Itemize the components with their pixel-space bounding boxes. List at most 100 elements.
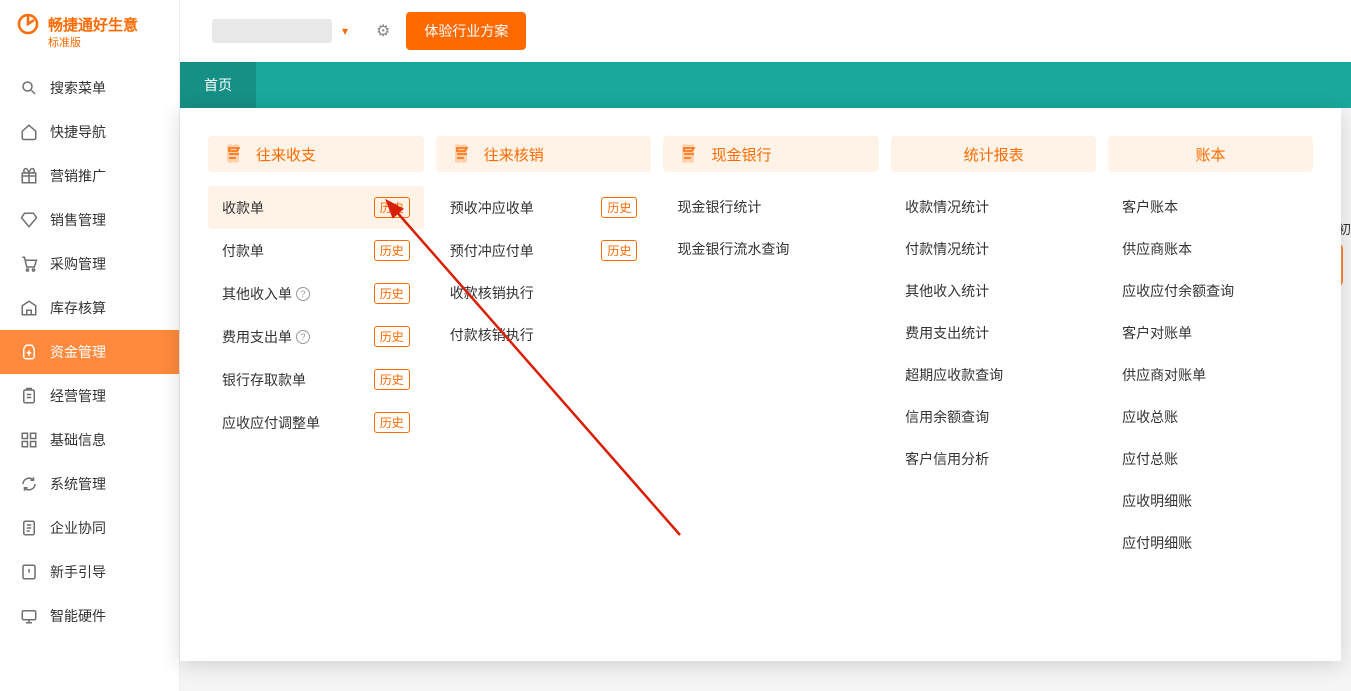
flyout-item[interactable]: 现金银行统计 — [663, 186, 879, 228]
history-tag[interactable]: 历史 — [374, 240, 410, 261]
flyout-item[interactable]: 信用余额查询 — [891, 396, 1096, 438]
flyout-item-label: 供应商对账单 — [1122, 365, 1206, 385]
flyout-item[interactable]: 应收明细账 — [1108, 480, 1313, 522]
flyout-column-header: 往来收支 — [208, 136, 424, 172]
flyout-item-label: 应收应付调整单 — [222, 413, 320, 433]
flyout-item-label: 客户对账单 — [1122, 323, 1192, 343]
flyout-item[interactable]: 付款单历史 — [208, 229, 424, 272]
history-tag[interactable]: 历史 — [374, 369, 410, 390]
grid-icon — [20, 431, 38, 449]
receipt-icon — [222, 142, 246, 166]
sidebar-item-8[interactable]: 基础信息 — [0, 418, 179, 462]
flyout-column-title: 现金银行 — [711, 144, 771, 165]
history-tag[interactable]: 历史 — [601, 240, 637, 261]
sidebar-item-6[interactable]: 资金管理 — [0, 330, 179, 374]
org-selector[interactable]: ▾ — [200, 15, 360, 47]
flyout-item[interactable]: 应收应付调整单 历史 — [208, 401, 424, 444]
flyout-item[interactable]: 应付总账 — [1108, 438, 1313, 480]
chevron-down-icon: ▾ — [342, 24, 348, 38]
flyout-item[interactable]: 供应商对账单 — [1108, 354, 1313, 396]
sidebar-item-5[interactable]: 库存核算 — [0, 286, 179, 330]
sidebar-item-label: 搜索菜单 — [50, 78, 106, 98]
flyout-item-label: 费用支出统计 — [905, 323, 989, 343]
flyout-item[interactable]: 客户账本 — [1108, 186, 1313, 228]
flyout-item-label: 供应商账本 — [1122, 239, 1192, 259]
flyout-item-label: 付款核销执行 — [450, 325, 534, 345]
history-tag[interactable]: 历史 — [374, 326, 410, 347]
topbar: ▾ ⚙ 体验行业方案 — [180, 0, 1351, 62]
sidebar-item-7[interactable]: 经营管理 — [0, 374, 179, 418]
sidebar-item-4[interactable]: 采购管理 — [0, 242, 179, 286]
history-tag[interactable]: 历史 — [374, 197, 410, 218]
sidebar-item-label: 快捷导航 — [50, 122, 106, 142]
flyout-item[interactable]: 付款核销执行 — [436, 314, 652, 356]
guide-icon — [20, 563, 38, 581]
sidebar-item-label: 智能硬件 — [50, 606, 106, 626]
flyout-item-label: 应收总账 — [1122, 407, 1178, 427]
sidebar-item-1[interactable]: 快捷导航 — [0, 110, 179, 154]
flyout-item[interactable]: 其他收入统计 — [891, 270, 1096, 312]
flyout-item[interactable]: 客户对账单 — [1108, 312, 1313, 354]
flyout-column-header: 往来核销 — [436, 136, 652, 172]
help-icon[interactable]: ? — [296, 287, 310, 301]
flyout-item[interactable]: 收款核销执行 — [436, 272, 652, 314]
industry-plan-button[interactable]: 体验行业方案 — [406, 12, 526, 50]
flyout-item[interactable]: 收款单历史 — [208, 186, 424, 229]
sidebar-item-10[interactable]: 企业协同 — [0, 506, 179, 550]
history-tag[interactable]: 历史 — [374, 412, 410, 433]
sidebar-item-9[interactable]: 系统管理 — [0, 462, 179, 506]
brand-logo-icon — [16, 12, 40, 36]
flyout-item[interactable]: 预收冲应收单历史 — [436, 186, 652, 229]
nav-list: 搜索菜单快捷导航营销推广销售管理采购管理库存核算资金管理经营管理基础信息系统管理… — [0, 58, 179, 691]
refresh-icon — [20, 475, 38, 493]
flyout-item-label: 应付总账 — [1122, 449, 1178, 469]
flyout-item[interactable]: 供应商账本 — [1108, 228, 1313, 270]
tv-icon — [20, 607, 38, 625]
gear-icon[interactable]: ⚙ — [372, 17, 394, 45]
sidebar-item-11[interactable]: 新手引导 — [0, 550, 179, 594]
flyout-item[interactable]: 现金银行流水查询 — [663, 228, 879, 270]
doc-icon — [20, 519, 38, 537]
flyout-item-label: 应收明细账 — [1122, 491, 1192, 511]
tab-home[interactable]: 首页 — [180, 62, 256, 108]
sidebar-item-3[interactable]: 销售管理 — [0, 198, 179, 242]
flyout-item[interactable]: 收款情况统计 — [891, 186, 1096, 228]
brand-name: 畅捷通好生意 — [48, 14, 138, 35]
sidebar-item-label: 基础信息 — [50, 430, 106, 450]
flyout-item-label: 银行存取款单 — [222, 370, 306, 390]
flyout-item[interactable]: 预付冲应付单历史 — [436, 229, 652, 272]
flyout-item[interactable]: 超期应收款查询 — [891, 354, 1096, 396]
sidebar-item-0[interactable]: 搜索菜单 — [0, 66, 179, 110]
flyout-item-label: 客户账本 — [1122, 197, 1178, 217]
money-icon — [20, 343, 38, 361]
history-tag[interactable]: 历史 — [374, 283, 410, 304]
sidebar-item-label: 采购管理 — [50, 254, 106, 274]
flyout-column-header: 账本 — [1108, 136, 1313, 172]
flyout-column-1: 往来核销预收冲应收单历史预付冲应付单历史收款核销执行付款核销执行 — [436, 136, 652, 641]
flyout-item[interactable]: 银行存取款单 历史 — [208, 358, 424, 401]
gift-icon — [20, 167, 38, 185]
help-icon[interactable]: ? — [296, 330, 310, 344]
flyout-item[interactable]: 付款情况统计 — [891, 228, 1096, 270]
flyout-item-label: 付款情况统计 — [905, 239, 989, 259]
flyout-item[interactable]: 应收应付余额查询 — [1108, 270, 1313, 312]
flyout-item[interactable]: 费用支出统计 — [891, 312, 1096, 354]
sidebar-item-label: 资金管理 — [50, 342, 106, 362]
search-icon — [20, 79, 38, 97]
flyout-item[interactable]: 客户信用分析 — [891, 438, 1096, 480]
brand-edition: 标准版 — [48, 34, 163, 50]
sidebar-item-label: 库存核算 — [50, 298, 106, 318]
tabbar: 首页 — [180, 62, 1351, 108]
flyout-item[interactable]: 费用支出单?历史 — [208, 315, 424, 358]
sidebar-item-12[interactable]: 智能硬件 — [0, 594, 179, 638]
sidebar-item-2[interactable]: 营销推广 — [0, 154, 179, 198]
flyout-column-2: 现金银行现金银行统计现金银行流水查询 — [663, 136, 879, 641]
history-tag[interactable]: 历史 — [601, 197, 637, 218]
flyout-column-0: 往来收支收款单历史付款单历史其他收入单?历史费用支出单?历史银行存取款单历史应收… — [208, 136, 424, 641]
flyout-item-label: 应收应付余额查询 — [1122, 281, 1234, 301]
flyout-item[interactable]: 其他收入单?历史 — [208, 272, 424, 315]
flyout-column-header: 统计报表 — [891, 136, 1096, 172]
flyout-item[interactable]: 应收总账 — [1108, 396, 1313, 438]
flyout-column-title: 往来核销 — [484, 144, 544, 165]
flyout-item[interactable]: 应付明细账 — [1108, 522, 1313, 564]
